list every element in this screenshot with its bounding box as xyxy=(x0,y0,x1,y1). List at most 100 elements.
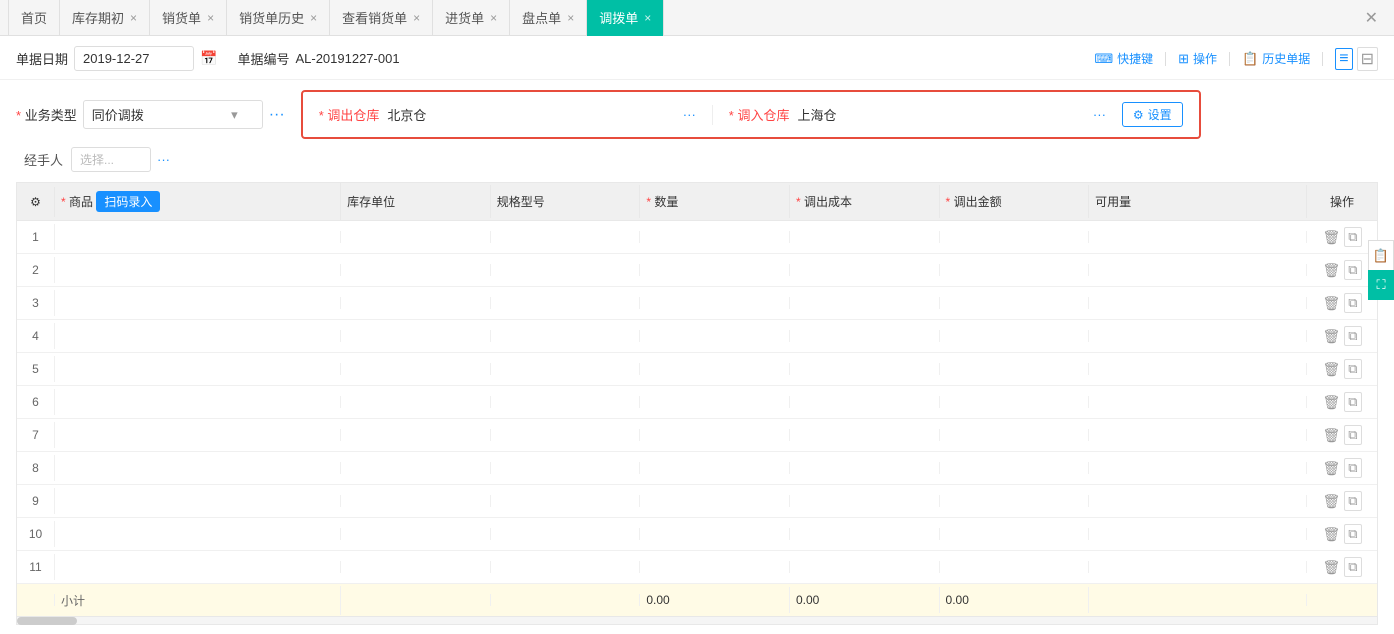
td-qty[interactable] xyxy=(640,561,790,573)
tab-purchase-order[interactable]: 进货单 × xyxy=(433,0,510,36)
tab-inventory-check[interactable]: 盘点单 × xyxy=(510,0,587,36)
handler-more[interactable]: ··· xyxy=(157,152,170,167)
calendar-icon[interactable]: 📅 xyxy=(200,50,217,67)
handler-input[interactable]: 选择... xyxy=(71,147,151,172)
td-amount[interactable] xyxy=(940,561,1090,573)
close-all-tabs[interactable]: ✕ xyxy=(1357,8,1386,28)
delete-icon[interactable]: 🗑 xyxy=(1322,295,1340,312)
td-cost[interactable] xyxy=(790,231,940,243)
tab-view-sales[interactable]: 查看销货单 × xyxy=(330,0,433,36)
td-amount[interactable] xyxy=(940,495,1090,507)
td-qty[interactable] xyxy=(640,429,790,441)
out-warehouse-more[interactable]: ··· xyxy=(683,107,696,122)
copy-icon[interactable]: ⧉ xyxy=(1344,293,1361,313)
td-cost[interactable] xyxy=(790,297,940,309)
td-amount[interactable] xyxy=(940,264,1090,276)
delete-icon[interactable]: 🗑 xyxy=(1322,526,1340,543)
td-qty[interactable] xyxy=(640,297,790,309)
td-cost[interactable] xyxy=(790,561,940,573)
td-product[interactable] xyxy=(55,363,341,375)
delete-icon[interactable]: 🗑 xyxy=(1322,262,1340,279)
copy-icon[interactable]: ⧉ xyxy=(1344,524,1361,544)
copy-icon[interactable]: ⧉ xyxy=(1344,425,1361,445)
td-amount[interactable] xyxy=(940,231,1090,243)
td-amount[interactable] xyxy=(940,396,1090,408)
td-amount[interactable] xyxy=(940,462,1090,474)
copy-icon[interactable]: ⧉ xyxy=(1344,392,1361,412)
td-amount[interactable] xyxy=(940,330,1090,342)
layout-icon-2[interactable]: ⊟ xyxy=(1357,47,1378,71)
scan-btn[interactable]: 扫码录入 xyxy=(96,191,160,212)
float-expand-btn[interactable]: ⛶ xyxy=(1368,270,1394,300)
td-qty[interactable] xyxy=(640,363,790,375)
close-transfer-order[interactable]: × xyxy=(644,11,651,25)
delete-icon[interactable]: 🗑 xyxy=(1322,328,1340,345)
td-product[interactable] xyxy=(55,528,341,540)
td-cost[interactable] xyxy=(790,528,940,540)
td-product[interactable] xyxy=(55,495,341,507)
td-cost[interactable] xyxy=(790,429,940,441)
delete-icon[interactable]: 🗑 xyxy=(1322,427,1340,444)
layout-icon-1[interactable]: ≡ xyxy=(1335,48,1352,70)
tab-sales-history[interactable]: 销货单历史 × xyxy=(227,0,330,36)
close-sales-order[interactable]: × xyxy=(207,11,214,25)
td-cost[interactable] xyxy=(790,396,940,408)
delete-icon[interactable]: 🗑 xyxy=(1322,460,1340,477)
td-product[interactable] xyxy=(55,561,341,573)
td-product[interactable] xyxy=(55,231,341,243)
td-product[interactable] xyxy=(55,330,341,342)
td-product[interactable] xyxy=(55,462,341,474)
td-qty[interactable] xyxy=(640,528,790,540)
td-cost[interactable] xyxy=(790,363,940,375)
close-inventory-init[interactable]: × xyxy=(130,11,137,25)
business-type-dropdown[interactable]: 同价调拨 ▾ xyxy=(83,100,263,129)
ops-toolbar-item[interactable]: ⊞ 操作 xyxy=(1178,50,1217,67)
td-qty[interactable] xyxy=(640,462,790,474)
td-amount[interactable] xyxy=(940,363,1090,375)
td-product[interactable] xyxy=(55,264,341,276)
td-qty[interactable] xyxy=(640,396,790,408)
td-cost[interactable] xyxy=(790,330,940,342)
close-sales-history[interactable]: × xyxy=(310,11,317,25)
copy-icon[interactable]: ⧉ xyxy=(1344,326,1361,346)
copy-icon[interactable]: ⧉ xyxy=(1344,227,1361,247)
close-inventory-check[interactable]: × xyxy=(567,11,574,25)
td-qty[interactable] xyxy=(640,330,790,342)
tab-home[interactable]: 首页 xyxy=(8,0,60,36)
td-product[interactable] xyxy=(55,429,341,441)
td-amount[interactable] xyxy=(940,528,1090,540)
td-qty[interactable] xyxy=(640,495,790,507)
float-note-btn[interactable]: 📋 xyxy=(1368,240,1394,270)
business-type-more[interactable]: ··· xyxy=(269,107,285,123)
delete-icon[interactable]: 🗑 xyxy=(1322,361,1340,378)
td-cost[interactable] xyxy=(790,264,940,276)
doc-date-input[interactable]: 2019-12-27 xyxy=(74,46,194,71)
copy-icon[interactable]: ⧉ xyxy=(1344,458,1361,478)
copy-icon[interactable]: ⧉ xyxy=(1344,260,1361,280)
td-qty[interactable] xyxy=(640,264,790,276)
td-product[interactable] xyxy=(55,297,341,309)
delete-icon[interactable]: 🗑 xyxy=(1322,493,1340,510)
td-qty[interactable] xyxy=(640,231,790,243)
delete-icon[interactable]: 🗑 xyxy=(1322,229,1340,246)
delete-icon[interactable]: 🗑 xyxy=(1322,394,1340,411)
shortcut-toolbar-item[interactable]: ⌨ 快捷键 xyxy=(1094,50,1153,67)
copy-icon[interactable]: ⧉ xyxy=(1344,359,1361,379)
td-product[interactable] xyxy=(55,396,341,408)
td-cost[interactable] xyxy=(790,462,940,474)
history-toolbar-item[interactable]: 📋 历史单据 xyxy=(1242,50,1310,67)
close-view-sales[interactable]: × xyxy=(413,11,420,25)
close-purchase-order[interactable]: × xyxy=(490,11,497,25)
settings-button[interactable]: ⚙ 设置 xyxy=(1122,102,1183,127)
copy-icon[interactable]: ⧉ xyxy=(1344,557,1361,577)
horizontal-scrollbar[interactable] xyxy=(16,617,1378,625)
td-amount[interactable] xyxy=(940,297,1090,309)
th-gear[interactable]: ⚙ xyxy=(17,187,55,217)
in-warehouse-more[interactable]: ··· xyxy=(1093,107,1106,122)
tab-inventory-init[interactable]: 库存期初 × xyxy=(60,0,150,36)
scroll-thumb[interactable] xyxy=(17,617,77,625)
tab-sales-order[interactable]: 销货单 × xyxy=(150,0,227,36)
td-amount[interactable] xyxy=(940,429,1090,441)
delete-icon[interactable]: 🗑 xyxy=(1322,559,1340,576)
copy-icon[interactable]: ⧉ xyxy=(1344,491,1361,511)
